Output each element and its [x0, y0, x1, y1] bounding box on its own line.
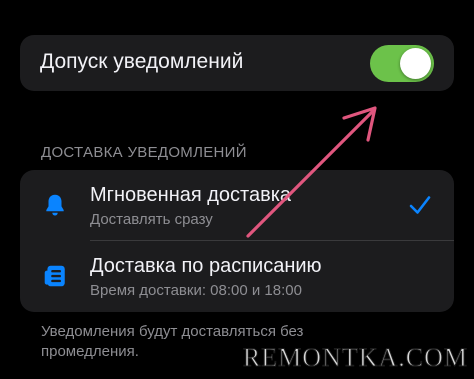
allow-notifications-row[interactable]: Допуск уведомлений: [20, 35, 454, 91]
settings-screen: Допуск уведомлений ДОСТАВКА УВЕДОМЛЕНИЙ …: [0, 0, 474, 379]
instant-delivery-subtitle: Доставлять сразу: [90, 211, 213, 228]
scheduled-delivery-subtitle: Время доставки: 08:00 и 18:00: [90, 282, 302, 299]
allow-notifications-label: Допуск уведомлений: [40, 50, 244, 73]
toggle-knob: [400, 48, 431, 79]
checkmark-icon: [409, 196, 431, 214]
instant-delivery-option[interactable]: Мгновенная доставка Доставлять сразу: [20, 170, 454, 241]
scheduled-summary-icon: [44, 265, 65, 287]
delivery-options-group: Мгновенная доставка Доставлять сразу Дос…: [20, 170, 454, 312]
watermark: REMONTKA.COM: [242, 343, 468, 373]
scheduled-delivery-title: Доставка по расписанию: [90, 255, 322, 277]
bell-icon: [46, 194, 64, 216]
allow-notifications-toggle[interactable]: [370, 45, 434, 82]
delivery-section-header: ДОСТАВКА УВЕДОМЛЕНИЙ: [41, 144, 247, 161]
instant-delivery-title: Мгновенная доставка: [90, 184, 292, 206]
scheduled-delivery-option[interactable]: Доставка по расписанию Время доставки: 0…: [20, 241, 454, 312]
